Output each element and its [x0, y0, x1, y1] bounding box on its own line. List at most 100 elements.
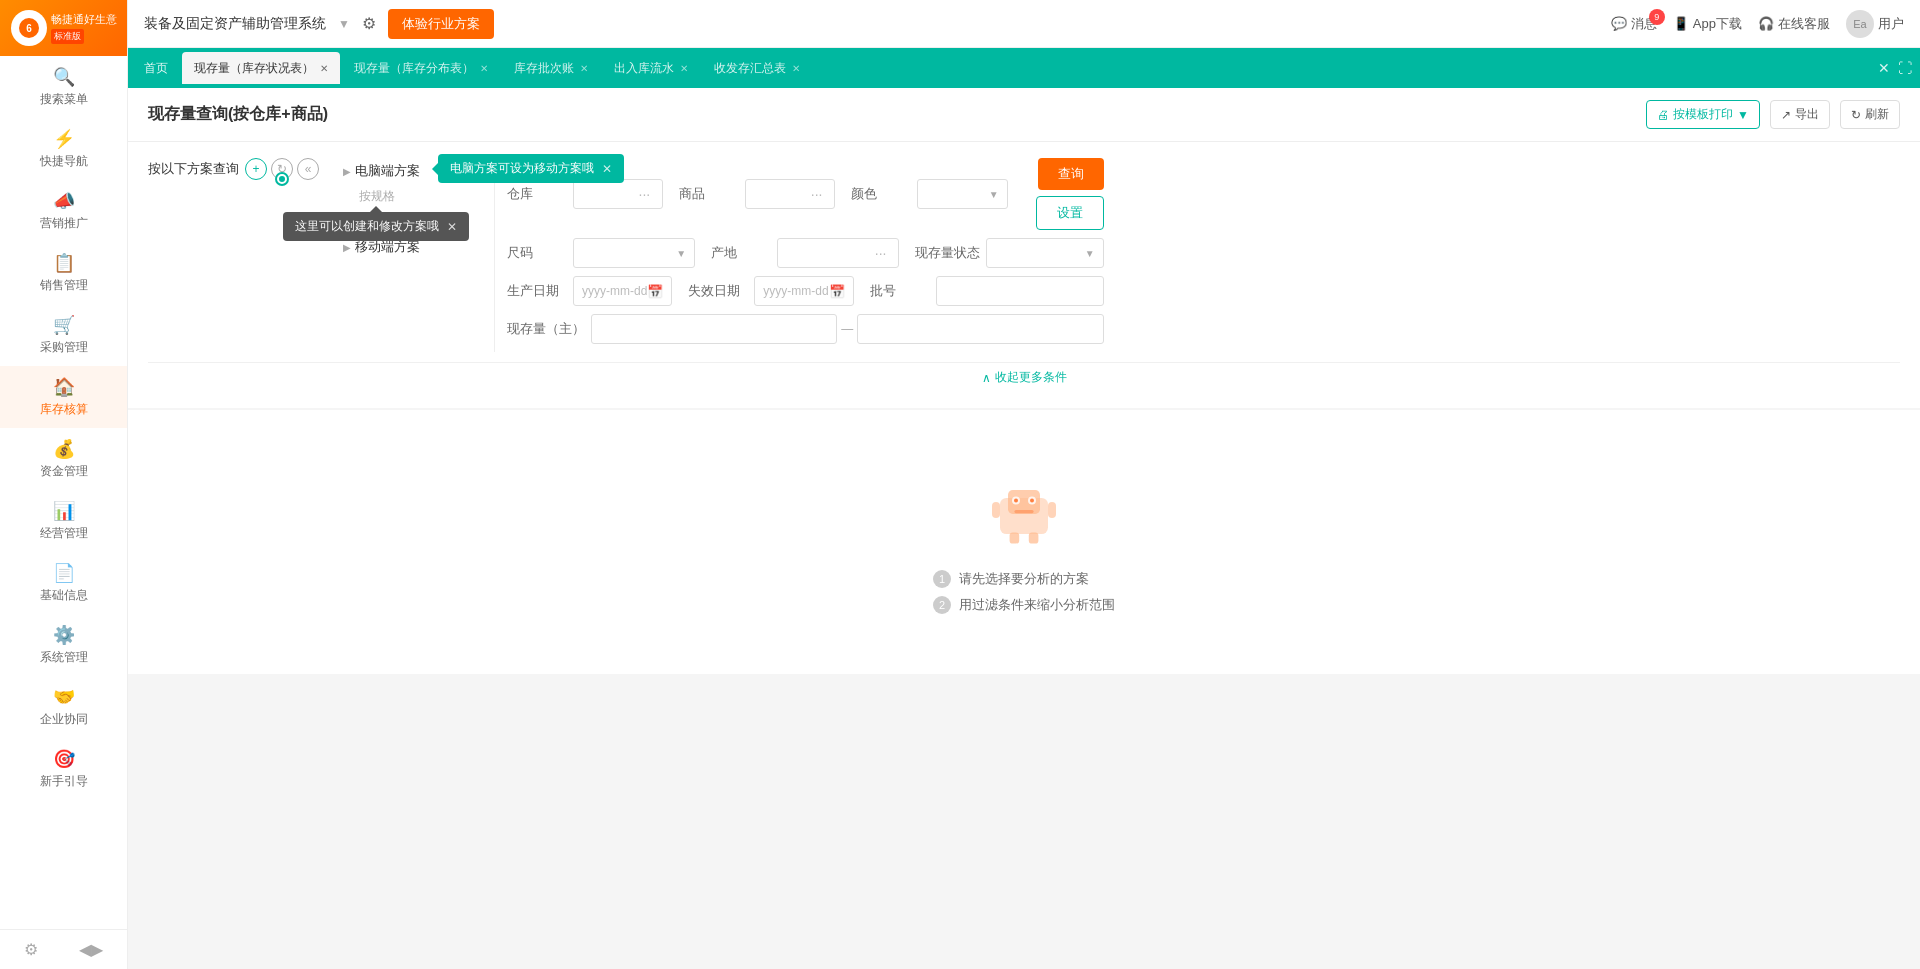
- filter-cell-product: 商品 ···: [679, 179, 835, 209]
- empty-step-2: 2 用过滤条件来缩小分析范围: [933, 596, 1115, 614]
- tab-close-icon[interactable]: ✕: [320, 63, 328, 74]
- sidebar-item-purchase[interactable]: 🛒 采购管理: [0, 304, 127, 366]
- logo-text: 畅捷通好生意: [51, 12, 117, 26]
- guide-icon: 🎯: [53, 748, 75, 770]
- sidebar-item-guide[interactable]: 🎯 新手引导: [0, 738, 127, 800]
- page-actions: 🖨 按模板打印 ▼ ↗ 导出 ↻ 刷新: [1646, 100, 1900, 141]
- search-button[interactable]: 查询: [1038, 158, 1104, 190]
- enterprise-icon: 🤝: [53, 686, 75, 708]
- search-btn-col: 查询 设置: [1024, 158, 1104, 230]
- sidebar-item-search[interactable]: 🔍 搜索菜单: [0, 56, 127, 118]
- template-print-button[interactable]: 🖨 按模板打印 ▼: [1646, 100, 1760, 129]
- tab-bar-right: ✕ ⛶: [1878, 60, 1916, 76]
- tab-close-all-icon[interactable]: ✕: [1878, 60, 1890, 76]
- sidebar-nav: 🔍 搜索菜单 ⚡ 快捷导航 📣 营销推广 📋 销售管理 🛒 采购管理 🏠 库存核…: [0, 56, 127, 929]
- sidebar-item-marketing[interactable]: 📣 营销推广: [0, 180, 127, 242]
- filter-icon-group: + ↻ «: [245, 158, 319, 180]
- tab-label: 现存量（库存分布表）: [354, 60, 474, 77]
- stock-min-input[interactable]: [591, 314, 837, 344]
- add-scheme-button[interactable]: +: [245, 158, 267, 180]
- trial-button[interactable]: 体验行业方案: [388, 9, 494, 39]
- sidebar-logo: 6 畅捷通好生意 标准版: [0, 0, 127, 56]
- svg-point-6: [1014, 498, 1018, 502]
- collapse-bar[interactable]: ∧ 收起更多条件: [148, 362, 1900, 392]
- sidebar-item-enterprise[interactable]: 🤝 企业协同: [0, 676, 127, 738]
- tab-inventory-dist[interactable]: 现存量（库存分布表） ✕: [342, 52, 500, 84]
- message-icon: 💬: [1611, 16, 1627, 31]
- refresh-scheme-button[interactable]: ↻: [271, 158, 293, 180]
- settings-icon[interactable]: ⚙: [24, 940, 38, 959]
- size-select[interactable]: ▼: [573, 238, 695, 268]
- sidebar-item-finance[interactable]: 💰 资金管理: [0, 428, 127, 490]
- content-area: 现存量查询(按仓库+商品) 🖨 按模板打印 ▼ ↗ 导出 ↻ 刷新: [128, 88, 1920, 969]
- tab-close-icon[interactable]: ✕: [580, 63, 588, 74]
- collapse-sidebar-icon[interactable]: ◀▶: [79, 940, 103, 959]
- dot-indicator: [277, 174, 287, 184]
- tab-inout-flow[interactable]: 出入库流水 ✕: [602, 52, 700, 84]
- message-item[interactable]: 💬 消息 9: [1611, 15, 1657, 33]
- batchno-input[interactable]: [936, 276, 1104, 306]
- sidebar-item-label: 企业协同: [40, 711, 88, 728]
- filter-cell-status: 现存量状态 ▼: [915, 238, 1103, 268]
- warehouse-select[interactable]: ···: [573, 179, 663, 209]
- warehouse-label: 仓库: [507, 185, 567, 203]
- step-2-num: 2: [933, 596, 951, 614]
- scheme-tree-pc-item1[interactable]: 按规格: [335, 184, 486, 209]
- sidebar-item-system[interactable]: ⚙️ 系统管理: [0, 614, 127, 676]
- export-button[interactable]: ↗ 导出: [1770, 100, 1830, 129]
- back-scheme-button[interactable]: «: [297, 158, 319, 180]
- svg-rect-12: [1029, 532, 1039, 543]
- scheme-pc-label: 电脑端方案: [355, 162, 420, 180]
- color-label: 颜色: [851, 185, 911, 203]
- batchno-label: 批号: [870, 282, 930, 300]
- reset-button[interactable]: 设置: [1036, 196, 1104, 230]
- step-1-num: 1: [933, 570, 951, 588]
- filter-cell-mfgdate: 生产日期 yyyy-mm-dd 📅: [507, 276, 672, 306]
- user-name: 用户: [1878, 15, 1904, 33]
- online-service-item[interactable]: 🎧 在线客服: [1758, 15, 1830, 33]
- mfgdate-input[interactable]: yyyy-mm-dd 📅: [573, 276, 672, 306]
- sidebar-item-quicknav[interactable]: ⚡ 快捷导航: [0, 118, 127, 180]
- sidebar-item-label: 销售管理: [40, 277, 88, 294]
- header-settings-icon[interactable]: ⚙: [362, 14, 376, 33]
- sidebar-item-inventory[interactable]: 🏠 库存核算: [0, 366, 127, 428]
- sidebar-item-sales[interactable]: 📋 销售管理: [0, 242, 127, 304]
- service-icon: 🎧: [1758, 16, 1774, 31]
- calendar-icon: 📅: [829, 284, 845, 299]
- svg-rect-11: [1010, 532, 1020, 543]
- empty-state: 1 请先选择要分析的方案 2 用过滤条件来缩小分析范围: [128, 410, 1920, 674]
- origin-select[interactable]: ···: [777, 238, 899, 268]
- tab-close-icon[interactable]: ✕: [792, 63, 800, 74]
- system-icon: ⚙️: [53, 624, 75, 646]
- app-download-item[interactable]: 📱 App下载: [1673, 15, 1742, 33]
- app-download-label: App下载: [1693, 15, 1742, 33]
- tab-expand-icon[interactable]: ⛶: [1898, 60, 1912, 76]
- step-1-text: 请先选择要分析的方案: [959, 570, 1089, 588]
- scheme-tooltip2-close[interactable]: ✕: [447, 220, 457, 234]
- logo-badge: 标准版: [51, 29, 84, 44]
- tab-home[interactable]: 首页: [132, 60, 180, 77]
- tab-inventory-batch[interactable]: 库存批次账 ✕: [502, 52, 600, 84]
- scheme-right: 仓库 ··· 商品 ···: [495, 158, 1104, 352]
- tab-inventory-status[interactable]: 现存量（库存状况表） ✕: [182, 52, 340, 84]
- size-chevron-icon: ▼: [676, 248, 686, 259]
- scheme-tooltip2: 这里可以创建和修改方案哦 ✕: [283, 212, 469, 241]
- product-select[interactable]: ···: [745, 179, 835, 209]
- expdate-label: 失效日期: [688, 282, 748, 300]
- color-select[interactable]: ▼: [917, 179, 1007, 209]
- tab-recv-summary[interactable]: 收发存汇总表 ✕: [702, 52, 812, 84]
- sidebar-item-operations[interactable]: 📊 经营管理: [0, 490, 127, 552]
- expdate-input[interactable]: yyyy-mm-dd 📅: [754, 276, 853, 306]
- tab-close-icon[interactable]: ✕: [480, 63, 488, 74]
- tab-label: 现存量（库存状况表）: [194, 60, 314, 77]
- scheme-tooltip-close[interactable]: ✕: [602, 162, 612, 176]
- operations-icon: 📊: [53, 500, 75, 522]
- user-item[interactable]: Ea 用户: [1846, 10, 1904, 38]
- sidebar-item-basicinfo[interactable]: 📄 基础信息: [0, 552, 127, 614]
- stock-max-input[interactable]: [857, 314, 1103, 344]
- color-chevron-icon: ▼: [989, 189, 999, 200]
- refresh-button[interactable]: ↻ 刷新: [1840, 100, 1900, 129]
- status-select[interactable]: ▼: [986, 238, 1103, 268]
- tab-close-icon[interactable]: ✕: [680, 63, 688, 74]
- dropdown-arrow-icon: ▼: [338, 17, 350, 31]
